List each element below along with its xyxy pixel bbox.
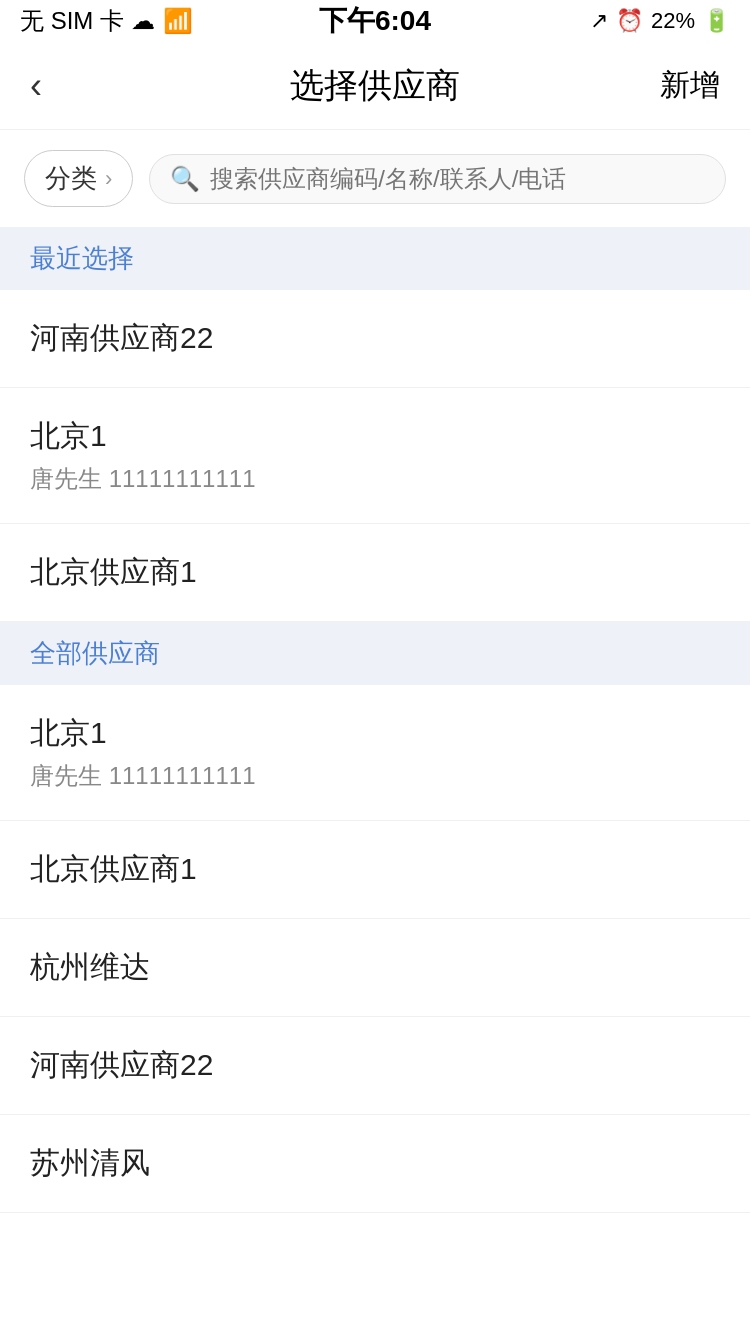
- all-section-header: 全部供应商: [0, 622, 750, 685]
- chevron-right-icon: ›: [105, 166, 112, 192]
- list-item[interactable]: 北京1 唐先生 11111111111: [0, 388, 750, 524]
- sim-text: 无 SIM 卡 ☁: [20, 5, 155, 37]
- recent-section-label: 最近选择: [30, 243, 134, 273]
- recent-items-list: 河南供应商22 北京1 唐先生 11111111111 北京供应商1: [0, 290, 750, 622]
- recent-section-header: 最近选择: [0, 227, 750, 290]
- category-label: 分类: [45, 161, 97, 196]
- wifi-icon: 📶: [163, 7, 193, 35]
- location-icon: ↗: [590, 8, 608, 34]
- alarm-icon: ⏰: [616, 8, 643, 34]
- category-button[interactable]: 分类 ›: [24, 150, 133, 207]
- item-name: 北京供应商1: [30, 849, 720, 890]
- item-name: 河南供应商22: [30, 1045, 720, 1086]
- nav-bar: ‹ 选择供应商 新增: [0, 42, 750, 130]
- item-name: 北京1: [30, 713, 720, 754]
- status-time: 下午6:04: [319, 2, 431, 40]
- list-item[interactable]: 河南供应商22: [0, 290, 750, 388]
- list-item[interactable]: 河南供应商22: [0, 1017, 750, 1115]
- item-name: 河南供应商22: [30, 318, 720, 359]
- item-name: 北京1: [30, 416, 720, 457]
- list-item[interactable]: 苏州清风: [0, 1115, 750, 1213]
- item-name: 北京供应商1: [30, 552, 720, 593]
- search-box[interactable]: 🔍: [149, 154, 726, 204]
- battery-icon: 🔋: [703, 8, 730, 34]
- search-input[interactable]: [210, 165, 705, 193]
- page-title: 选择供应商: [290, 63, 460, 109]
- item-name: 苏州清风: [30, 1143, 720, 1184]
- list-item[interactable]: 杭州维达: [0, 919, 750, 1017]
- item-sub: 唐先生 11111111111: [30, 760, 720, 792]
- status-right: ↗ ⏰ 22% 🔋: [590, 8, 730, 34]
- all-items-list: 北京1 唐先生 11111111111 北京供应商1 杭州维达 河南供应商22 …: [0, 685, 750, 1213]
- status-left: 无 SIM 卡 ☁ 📶: [20, 5, 193, 37]
- filter-bar: 分类 › 🔍: [0, 130, 750, 227]
- list-item[interactable]: 北京供应商1: [0, 524, 750, 622]
- all-section-label: 全部供应商: [30, 638, 160, 668]
- back-button[interactable]: ‹: [30, 65, 90, 107]
- search-icon: 🔍: [170, 165, 200, 193]
- status-bar: 无 SIM 卡 ☁ 📶 下午6:04 ↗ ⏰ 22% 🔋: [0, 0, 750, 42]
- item-name: 杭州维达: [30, 947, 720, 988]
- list-item[interactable]: 北京1 唐先生 11111111111: [0, 685, 750, 821]
- battery-text: 22%: [651, 8, 695, 34]
- list-item[interactable]: 北京供应商1: [0, 821, 750, 919]
- add-button[interactable]: 新增: [660, 65, 720, 106]
- item-sub: 唐先生 11111111111: [30, 463, 720, 495]
